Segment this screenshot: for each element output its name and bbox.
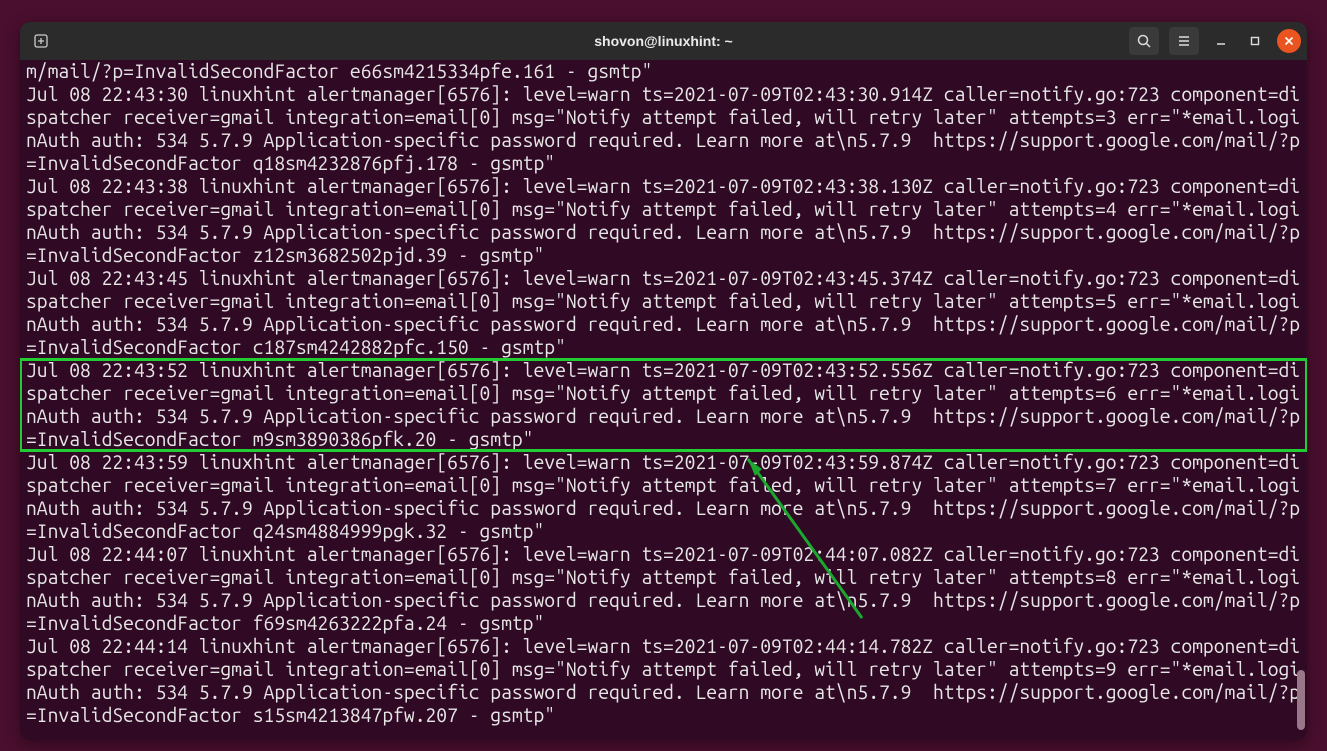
titlebar: shovon@linuxhint: ~ xyxy=(20,22,1307,60)
window-title: shovon@linuxhint: ~ xyxy=(20,33,1307,49)
log-line: Jul 08 22:43:45 linuxhint alertmanager[6… xyxy=(26,267,1301,359)
log-line: Jul 08 22:43:59 linuxhint alertmanager[6… xyxy=(26,451,1301,543)
log-line-partial: m/mail/?p=InvalidSecondFactor e66sm42153… xyxy=(26,60,1301,83)
terminal-body[interactable]: m/mail/?p=InvalidSecondFactor e66sm42153… xyxy=(20,60,1307,740)
minimize-button[interactable] xyxy=(1209,29,1233,53)
new-tab-button[interactable] xyxy=(26,27,56,55)
scrollbar-thumb[interactable] xyxy=(1297,670,1305,730)
close-icon xyxy=(1284,36,1294,46)
minimize-icon xyxy=(1215,35,1227,47)
log-line: Jul 08 22:43:38 linuxhint alertmanager[6… xyxy=(26,175,1301,267)
new-tab-icon xyxy=(33,33,49,49)
scrollbar[interactable] xyxy=(1295,60,1305,740)
log-line-highlighted: Jul 08 22:43:52 linuxhint alertmanager[6… xyxy=(20,359,1307,451)
log-line: Jul 08 22:44:07 linuxhint alertmanager[6… xyxy=(26,543,1301,635)
close-button[interactable] xyxy=(1277,29,1301,53)
hamburger-icon xyxy=(1176,33,1192,49)
terminal-window: shovon@linuxhint: ~ xyxy=(20,22,1307,740)
search-button[interactable] xyxy=(1129,27,1159,55)
log-line: Jul 08 22:44:14 linuxhint alertmanager[6… xyxy=(26,635,1301,727)
maximize-icon xyxy=(1249,35,1261,47)
maximize-button[interactable] xyxy=(1243,29,1267,53)
terminal-output: m/mail/?p=InvalidSecondFactor e66sm42153… xyxy=(26,60,1301,727)
window-controls xyxy=(1129,27,1301,55)
log-line: Jul 08 22:43:30 linuxhint alertmanager[6… xyxy=(26,83,1301,175)
hamburger-menu-button[interactable] xyxy=(1169,27,1199,55)
search-icon xyxy=(1136,33,1152,49)
